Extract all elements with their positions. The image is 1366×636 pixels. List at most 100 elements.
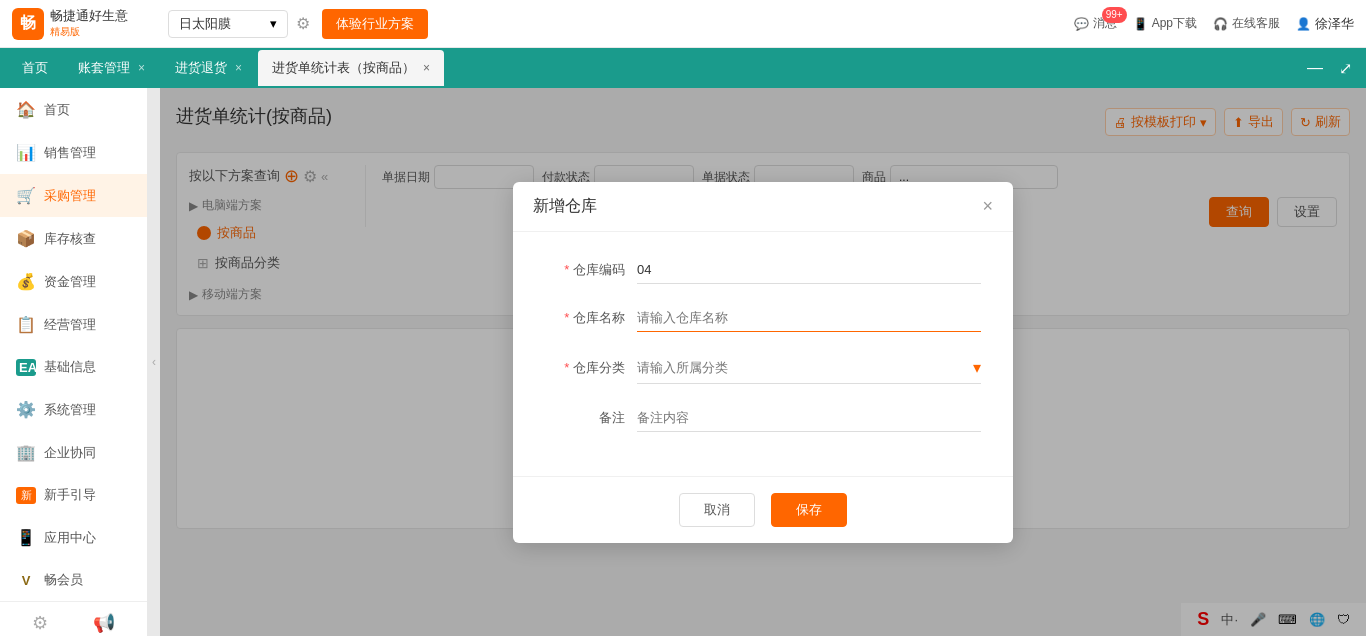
phone-icon: 📱 (1133, 17, 1148, 31)
app-download-label: App下载 (1152, 15, 1197, 32)
online-service-label: 在线客服 (1232, 15, 1280, 32)
sidebar-bottom: ⚙ 📢 (0, 601, 147, 636)
app-name: 畅捷通好生意 (50, 8, 128, 25)
sales-icon: 📊 (16, 143, 36, 162)
sidebar-item-system[interactable]: ⚙️ 系统管理 (0, 388, 147, 431)
warehouse-code-input[interactable] (637, 256, 981, 284)
warehouse-note-row: 备注 (545, 404, 981, 432)
warehouse-name-row: 仓库名称 (545, 304, 981, 332)
tab-bar: 首页 账套管理 × 进货退货 × 进货单统计表（按商品） × — ⤢ (0, 48, 1366, 88)
logo-icon: 畅 (12, 8, 44, 40)
sidebar-speaker-icon[interactable]: 📢 (93, 612, 115, 634)
sidebar-purchase-label: 采购管理 (44, 187, 96, 205)
headset-icon: 🎧 (1213, 17, 1228, 31)
modal-footer: 取消 保存 (513, 476, 1013, 543)
user-name: 徐泽华 (1315, 15, 1354, 33)
sidebar-home-label: 首页 (44, 101, 70, 119)
sidebar-item-finance[interactable]: 💰 资金管理 (0, 260, 147, 303)
tab-account[interactable]: 账套管理 × (64, 50, 159, 86)
sidebar-item-inventory[interactable]: 📦 库存核查 (0, 217, 147, 260)
cancel-button[interactable]: 取消 (679, 493, 755, 527)
warehouse-code-label: 仓库编码 (545, 261, 625, 279)
modal-title: 新增仓库 (533, 196, 597, 217)
sidebar-system-label: 系统管理 (44, 401, 96, 419)
purchase-icon: 🛒 (16, 186, 36, 205)
tab-purchase-return-label: 进货退货 (175, 59, 227, 77)
warehouse-category-label: 仓库分类 (545, 359, 625, 377)
message-badge: 99+ (1102, 7, 1127, 23)
category-dropdown-icon[interactable]: ▾ (973, 358, 981, 377)
trial-button[interactable]: 体验行业方案 (322, 9, 428, 39)
message-icon: 💬 (1074, 17, 1089, 31)
user-avatar-icon: 👤 (1296, 17, 1311, 31)
modal-close-button[interactable]: × (982, 196, 993, 217)
warehouse-category-row: 仓库分类 ▾ (545, 352, 981, 384)
chevron-down-icon: ▾ (270, 16, 277, 31)
app-badge: 精易版 (50, 25, 128, 39)
content-area: 进货单统计(按商品) 🖨 按模板打印 ▾ ⬆ 导出 ↻ 刷新 (160, 88, 1366, 636)
tab-home-label: 首页 (22, 59, 48, 77)
sidebar-enterprise-label: 企业协同 (44, 444, 96, 462)
finance-icon: 💰 (16, 272, 36, 291)
user-profile-item[interactable]: 👤 徐泽华 (1296, 15, 1354, 33)
modal-body: 仓库编码 仓库名称 仓库分类 ▾ (513, 232, 1013, 476)
sidebar-guide-label: 新手引导 (44, 486, 96, 504)
tab-purchase-return-close-icon[interactable]: × (235, 61, 242, 75)
sidebar-finance-label: 资金管理 (44, 273, 96, 291)
logo-area: 畅 畅捷通好生意 精易版 (12, 8, 160, 40)
header-right: 💬 消息 99+ 📱 App下载 🎧 在线客服 👤 徐泽华 (1074, 15, 1354, 33)
sidebar-item-base[interactable]: EA 基础信息 (0, 346, 147, 388)
enterprise-icon: 🏢 (16, 443, 36, 462)
base-icon: EA (16, 359, 36, 376)
guide-icon: 新 (16, 487, 36, 504)
sidebar-item-app[interactable]: 📱 应用中心 (0, 516, 147, 559)
warehouse-note-input[interactable] (637, 404, 981, 432)
warehouse-code-row: 仓库编码 (545, 256, 981, 284)
tab-minimize-button[interactable]: — (1301, 55, 1329, 82)
sidebar-item-home[interactable]: 🏠 首页 (0, 88, 147, 131)
sidebar-vip-label: 畅会员 (44, 571, 83, 589)
modal-header: 新增仓库 × (513, 182, 1013, 232)
tab-bar-actions: — ⤢ (1301, 55, 1358, 82)
sidebar-item-sales[interactable]: 📊 销售管理 (0, 131, 147, 174)
save-button[interactable]: 保存 (771, 493, 847, 527)
sidebar-settings-icon[interactable]: ⚙ (32, 612, 48, 634)
settings-icon[interactable]: ⚙ (296, 14, 310, 33)
store-name: 日太阳膜 (179, 15, 266, 33)
tab-purchase-stats-label: 进货单统计表（按商品） (272, 59, 415, 77)
sidebar-sales-label: 销售管理 (44, 144, 96, 162)
sidebar-base-label: 基础信息 (44, 358, 96, 376)
inventory-icon: 📦 (16, 229, 36, 248)
sidebar-item-purchase[interactable]: 🛒 采购管理 (0, 174, 147, 217)
warehouse-name-input[interactable] (637, 304, 981, 332)
tab-maximize-button[interactable]: ⤢ (1333, 55, 1358, 82)
sidebar: 🏠 首页 📊 销售管理 🛒 采购管理 📦 库存核查 💰 资金管理 📋 经营管理 … (0, 88, 148, 636)
sidebar-operation-label: 经营管理 (44, 316, 96, 334)
add-warehouse-modal: 新增仓库 × 仓库编码 仓库名称 仓库分类 (513, 182, 1013, 543)
warehouse-category-select-wrap[interactable]: ▾ (637, 352, 981, 384)
sidebar-app-label: 应用中心 (44, 529, 96, 547)
tab-purchase-return[interactable]: 进货退货 × (161, 50, 256, 86)
modal-overlay[interactable]: 新增仓库 × 仓库编码 仓库名称 仓库分类 (160, 88, 1366, 636)
tab-home[interactable]: 首页 (8, 50, 62, 86)
sidebar-item-operation[interactable]: 📋 经营管理 (0, 303, 147, 346)
online-service-item[interactable]: 🎧 在线客服 (1213, 15, 1280, 32)
messages-item[interactable]: 💬 消息 99+ (1074, 15, 1117, 32)
tab-account-label: 账套管理 (78, 59, 130, 77)
sidebar-toggle[interactable]: ‹ (148, 88, 160, 636)
logo-text-group: 畅捷通好生意 精易版 (50, 8, 128, 39)
vip-icon: V (16, 573, 36, 588)
warehouse-category-input[interactable] (637, 360, 973, 375)
top-header: 畅 畅捷通好生意 精易版 日太阳膜 ▾ ⚙ 体验行业方案 💬 消息 99+ 📱 … (0, 0, 1366, 48)
sidebar-inventory-label: 库存核查 (44, 230, 96, 248)
sidebar-item-guide[interactable]: 新 新手引导 (0, 474, 147, 516)
operation-icon: 📋 (16, 315, 36, 334)
sidebar-item-vip[interactable]: V 畅会员 (0, 559, 147, 601)
sidebar-item-enterprise[interactable]: 🏢 企业协同 (0, 431, 147, 474)
tab-purchase-stats[interactable]: 进货单统计表（按商品） × (258, 50, 444, 86)
tab-account-close-icon[interactable]: × (138, 61, 145, 75)
tab-purchase-stats-close-icon[interactable]: × (423, 61, 430, 75)
warehouse-name-label: 仓库名称 (545, 309, 625, 327)
app-download-item[interactable]: 📱 App下载 (1133, 15, 1197, 32)
store-selector[interactable]: 日太阳膜 ▾ (168, 10, 288, 38)
